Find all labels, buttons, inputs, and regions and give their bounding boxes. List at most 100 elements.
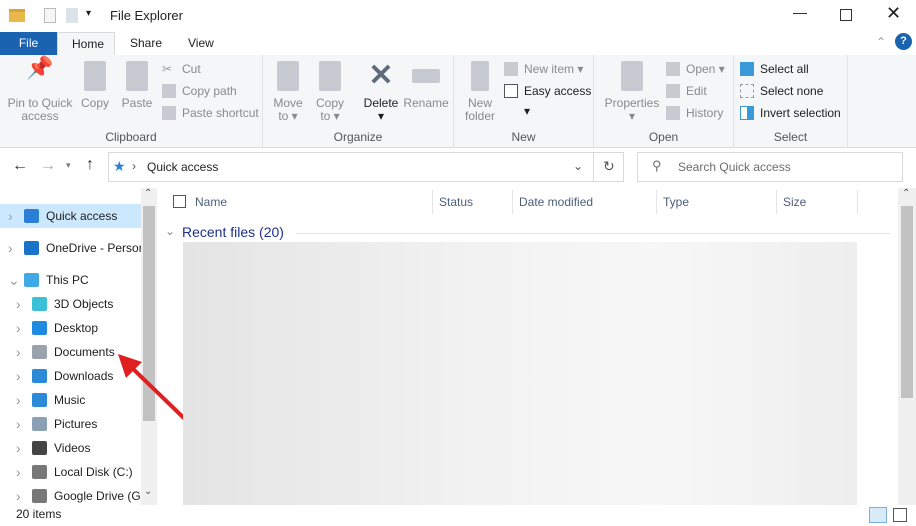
column-name[interactable]: Name <box>195 190 227 214</box>
expand-chevron-icon[interactable]: › <box>16 460 21 484</box>
group-header-recent-files[interactable]: Recent files (20) <box>182 224 284 240</box>
navigation-pane: › Quick access › OneDrive - Personal ⌄ This P… <box>0 188 157 505</box>
nav-item-3d-objects[interactable]: › 3D Objects <box>0 292 141 316</box>
new-folder-qa-icon[interactable] <box>66 8 78 23</box>
nav-scrollbar[interactable]: ⌃ ⌄ <box>141 188 157 505</box>
expand-chevron-icon[interactable]: › <box>16 292 21 316</box>
column-date-modified[interactable]: Date modified <box>519 190 593 214</box>
recent-locations-button[interactable]: ▾ <box>66 160 71 171</box>
expand-chevron-icon[interactable]: › <box>16 436 21 460</box>
address-bar[interactable]: ★ › Quick access ⌄ ↻ <box>108 152 624 182</box>
refresh-icon[interactable]: ↻ <box>603 158 615 175</box>
new-folder-button[interactable]: New folder <box>460 61 500 123</box>
paste-button[interactable]: Paste <box>119 61 155 110</box>
maximize-button[interactable] <box>840 9 852 21</box>
column-divider[interactable] <box>432 190 433 214</box>
history-icon <box>666 106 680 120</box>
column-divider[interactable] <box>656 190 657 214</box>
content-scrollbar[interactable]: ⌃ <box>898 188 916 505</box>
new-item-icon <box>504 62 518 76</box>
nav-item-onedrive-personal[interactable]: › OneDrive - Personal <box>0 236 141 260</box>
copy-path-button[interactable]: Copy path <box>162 81 237 101</box>
column-divider[interactable] <box>512 190 513 214</box>
select-none-button[interactable]: Select none <box>740 81 823 101</box>
properties-button[interactable]: Properties ▾ <box>602 61 662 123</box>
nav-item-label: 3D Objects <box>54 297 114 311</box>
scroll-up-icon[interactable]: ⌃ <box>144 188 152 199</box>
column-divider[interactable] <box>857 190 858 214</box>
address-dropdown-icon[interactable]: ⌄ <box>573 159 583 173</box>
expand-chevron-icon[interactable]: › <box>16 340 21 364</box>
column-status[interactable]: Status <box>439 190 473 214</box>
paste-shortcut-button[interactable]: Paste shortcut <box>162 103 259 123</box>
open-label: Open <box>648 130 679 144</box>
divider <box>593 153 594 181</box>
nav-item-label: Music <box>54 393 86 407</box>
properties-qa-icon[interactable] <box>44 8 56 23</box>
drive-icon <box>32 489 47 503</box>
tab-share[interactable]: Share <box>116 32 176 56</box>
expand-chevron-icon[interactable]: › <box>16 412 21 436</box>
expand-chevron-icon[interactable]: ⌄ <box>8 268 20 292</box>
nav-item-desktop[interactable]: › Desktop <box>0 316 141 340</box>
group-collapse-icon[interactable]: ⌄ <box>165 224 175 238</box>
new-item-button[interactable]: New item ▾ <box>504 59 583 79</box>
scroll-down-icon[interactable]: ⌄ <box>144 486 152 497</box>
pin-to-quick-access-button[interactable]: 📌 Pin to Quick access <box>4 57 76 123</box>
videos-icon <box>32 441 47 455</box>
content-scroll-thumb[interactable] <box>901 206 913 398</box>
collapse-ribbon-icon[interactable]: ⌃ <box>876 35 886 49</box>
close-button[interactable]: ✕ <box>886 3 901 24</box>
expand-chevron-icon[interactable]: › <box>8 204 13 228</box>
expand-chevron-icon[interactable]: › <box>16 364 21 388</box>
tab-view[interactable]: View <box>174 32 228 56</box>
cloud-icon <box>24 241 39 255</box>
nav-item-this-pc[interactable]: ⌄ This PC <box>0 268 141 292</box>
ribbon: 📌 Pin to Quick access Copy Paste ✂ Cut Copy… <box>0 55 916 148</box>
edit-button[interactable]: Edit <box>666 81 707 101</box>
customize-toolbar-icon[interactable]: ▾ <box>86 8 91 19</box>
column-divider[interactable] <box>776 190 777 214</box>
tab-file[interactable]: File <box>0 32 57 56</box>
delete-button[interactable]: ✕ Delete ▾ <box>361 61 401 123</box>
title-bar: ▾ File Explorer — ✕ <box>0 0 916 32</box>
nav-item-label: Local Disk (C:) <box>54 465 133 479</box>
easy-access-button[interactable]: Easy access ▾ <box>504 81 593 118</box>
properties-check-icon <box>621 61 643 91</box>
invert-selection-icon <box>740 106 754 120</box>
move-icon <box>277 61 299 91</box>
rename-button[interactable]: Rename <box>403 61 449 110</box>
scroll-up-icon[interactable]: ⌃ <box>902 188 910 199</box>
history-button[interactable]: History <box>666 103 723 123</box>
copy-to-button[interactable]: Copy to ▾ <box>312 61 348 123</box>
select-all-button[interactable]: Select all <box>740 59 809 79</box>
help-icon[interactable]: ? <box>895 33 912 50</box>
nav-item-local-disk-c[interactable]: › Local Disk (C:) <box>0 460 141 484</box>
minimize-button[interactable]: — <box>780 4 820 20</box>
column-type[interactable]: Type <box>663 190 689 214</box>
select-all-icon <box>740 62 754 76</box>
select-all-checkbox[interactable] <box>173 195 186 208</box>
breadcrumb-quick-access[interactable]: Quick access <box>147 160 218 174</box>
column-size[interactable]: Size <box>783 190 806 214</box>
expand-chevron-icon[interactable]: › <box>16 388 21 412</box>
nav-item-label: Downloads <box>54 369 114 383</box>
tab-home[interactable]: Home <box>57 32 115 57</box>
copy-button[interactable]: Copy <box>78 61 112 110</box>
nav-item-videos[interactable]: › Videos <box>0 436 141 460</box>
back-button[interactable]: ← <box>12 157 28 175</box>
invert-selection-button[interactable]: Invert selection <box>740 103 841 123</box>
expand-chevron-icon[interactable]: › <box>16 316 21 340</box>
open-button[interactable]: Open ▾ <box>666 59 725 79</box>
clipboard-group: 📌 Pin to Quick access Copy Paste ✂ Cut Copy… <box>0 55 263 148</box>
large-icons-view-button[interactable] <box>893 508 907 522</box>
search-box[interactable]: ⚲ Search Quick access <box>637 152 903 182</box>
nav-item-quick-access[interactable]: › Quick access <box>0 204 141 228</box>
forward-button[interactable]: → <box>40 157 56 175</box>
expand-chevron-icon[interactable]: › <box>8 236 13 260</box>
cut-button[interactable]: ✂ Cut <box>162 59 201 79</box>
move-to-button[interactable]: Move to ▾ <box>270 61 306 123</box>
details-view-button[interactable] <box>869 507 887 523</box>
nav-item-label: Documents <box>54 345 115 359</box>
up-button[interactable]: ↑ <box>86 156 94 174</box>
